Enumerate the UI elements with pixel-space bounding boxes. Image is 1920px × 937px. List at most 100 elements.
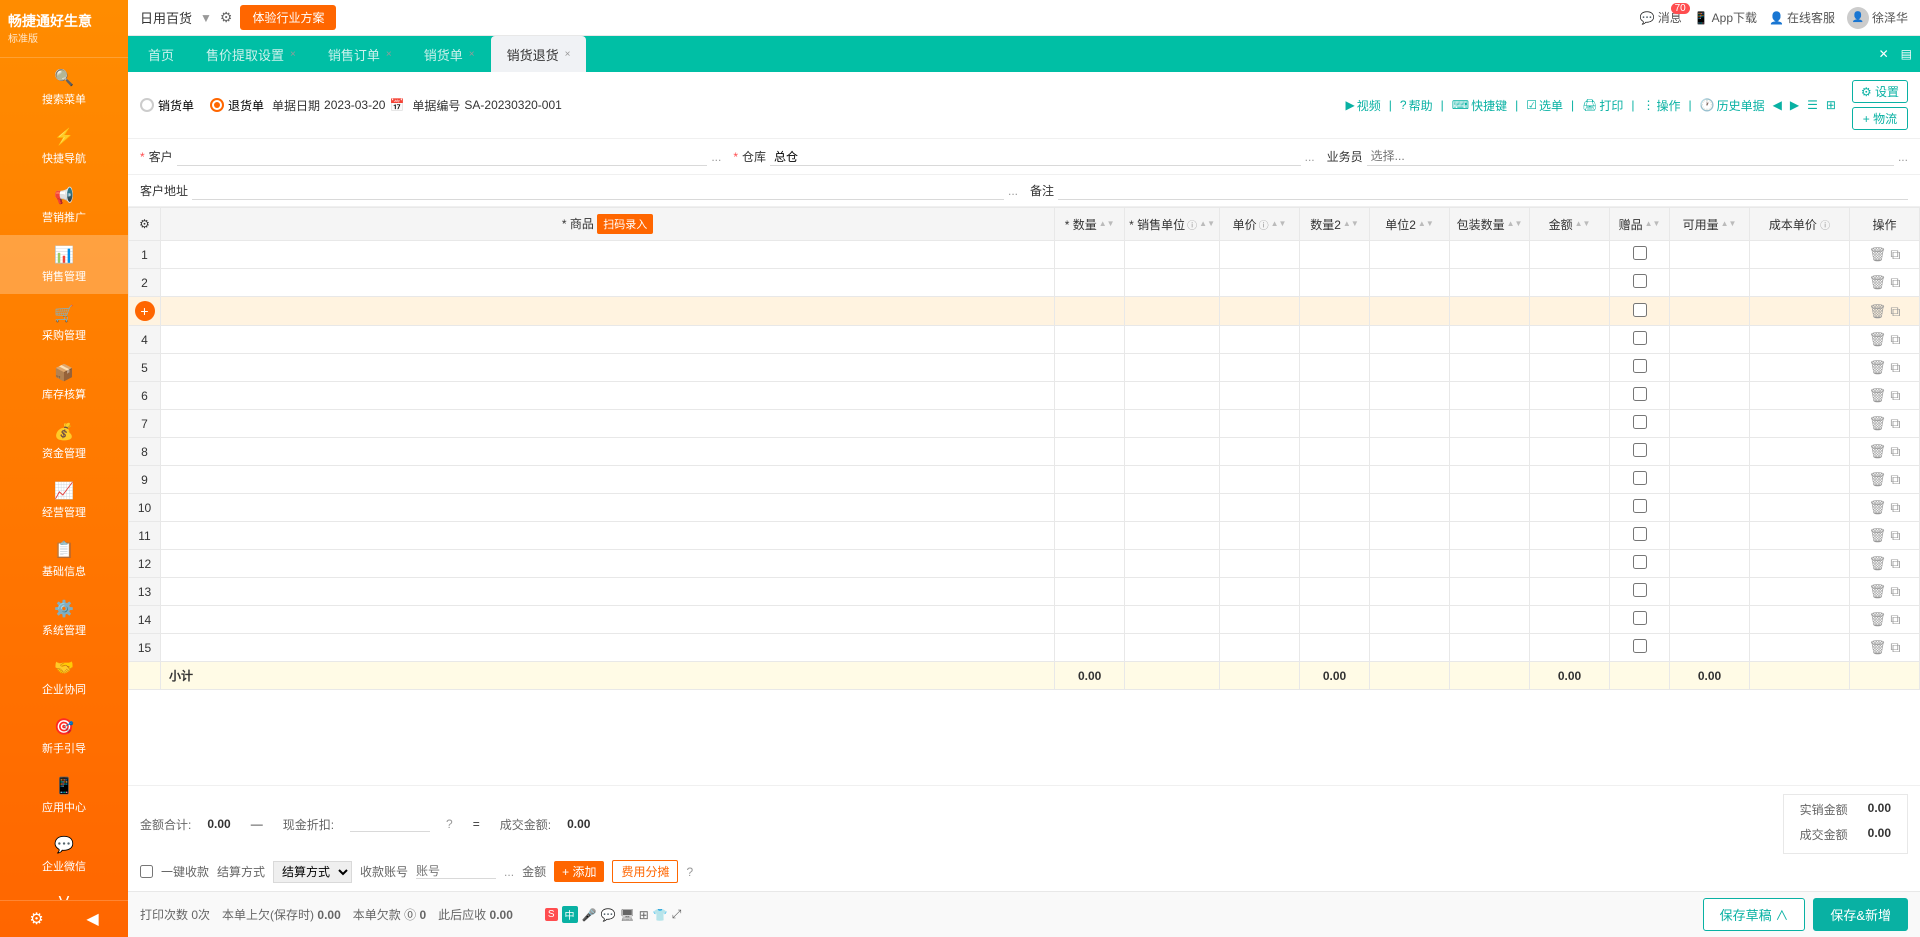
sidebar-item-enterprise[interactable]: 🤝 企业协同 [0, 648, 128, 707]
video-btn[interactable]: ▶ 视频 [1346, 97, 1381, 114]
available-cell[interactable] [1670, 269, 1750, 297]
settings-btn[interactable]: ⚙ 设置 [1852, 80, 1908, 103]
amount-cell[interactable] [1530, 606, 1610, 634]
unit2-cell[interactable] [1370, 634, 1450, 662]
gift-checkbox[interactable] [1633, 443, 1647, 457]
copy-row-btn[interactable]: ⧉ [1890, 443, 1900, 460]
unit-cell[interactable] [1125, 550, 1220, 578]
sidebar-item-basic[interactable]: 📋 基础信息 [0, 530, 128, 589]
remark-input[interactable] [1058, 181, 1908, 200]
available-cell[interactable] [1670, 354, 1750, 382]
qty2-cell[interactable] [1300, 438, 1370, 466]
unit2-cell[interactable] [1370, 606, 1450, 634]
qty-cell[interactable] [1055, 410, 1125, 438]
cost-cell[interactable] [1750, 466, 1850, 494]
copy-row-btn[interactable]: ⧉ [1890, 303, 1900, 320]
available-cell[interactable] [1670, 522, 1750, 550]
tab-menu-btn[interactable]: ▤ [1897, 45, 1916, 63]
qty2-cell[interactable] [1300, 578, 1370, 606]
gift-cell[interactable] [1610, 269, 1670, 297]
available-cell[interactable] [1670, 550, 1750, 578]
account-input[interactable] [416, 864, 496, 879]
shortcut-btn[interactable]: ⌨ 快捷键 [1452, 97, 1507, 114]
pack-cell[interactable] [1450, 297, 1530, 326]
delete-row-btn[interactable]: 🗑 [1869, 303, 1887, 320]
sidebar-item-shortcut[interactable]: ⚡ 快捷导航 [0, 117, 128, 176]
product-cell[interactable] [161, 269, 1055, 297]
copy-row-btn[interactable]: ⧉ [1890, 611, 1900, 628]
unit-cell[interactable] [1125, 297, 1220, 326]
unit2-cell[interactable] [1370, 297, 1450, 326]
customer-input[interactable] [177, 147, 708, 166]
qty2-cell[interactable] [1300, 522, 1370, 550]
price-cell[interactable] [1220, 578, 1300, 606]
sidebar-item-marketing[interactable]: 📢 营销推广 [0, 176, 128, 235]
price-cell[interactable] [1220, 241, 1300, 269]
qty2-cell[interactable] [1300, 382, 1370, 410]
customer-dots[interactable]: ... [711, 150, 721, 164]
unit-cell[interactable] [1125, 634, 1220, 662]
product-cell[interactable] [161, 578, 1055, 606]
qty-cell[interactable] [1055, 494, 1125, 522]
product-cell[interactable] [161, 522, 1055, 550]
available-cell[interactable] [1670, 578, 1750, 606]
staff-dots[interactable]: ... [1898, 150, 1908, 164]
unit2-cell[interactable] [1370, 410, 1450, 438]
sidebar-item-sales[interactable]: 📊 销售管理 [0, 235, 128, 294]
qty-cell[interactable] [1055, 578, 1125, 606]
cost-cell[interactable] [1750, 606, 1850, 634]
sidebar-item-newbie[interactable]: 🎯 新手引导 [0, 707, 128, 766]
delete-row-btn[interactable]: 🗑 [1869, 331, 1887, 348]
qty-cell[interactable] [1055, 269, 1125, 297]
qty-cell[interactable] [1055, 354, 1125, 382]
available-cell[interactable] [1670, 466, 1750, 494]
delete-row-btn[interactable]: 🗑 [1869, 639, 1887, 656]
pack-cell[interactable] [1450, 550, 1530, 578]
sidebar-item-inventory[interactable]: 📦 库存核算 [0, 353, 128, 412]
price-cell[interactable] [1220, 522, 1300, 550]
copy-row-btn[interactable]: ⧉ [1890, 359, 1900, 376]
pack-cell[interactable] [1450, 634, 1530, 662]
product-cell[interactable] [161, 634, 1055, 662]
pack-cell[interactable] [1450, 241, 1530, 269]
qty2-cell[interactable] [1300, 550, 1370, 578]
price-cell[interactable] [1220, 354, 1300, 382]
available-cell[interactable] [1670, 634, 1750, 662]
add-row-btn[interactable]: + [135, 301, 155, 321]
cost-cell[interactable] [1750, 410, 1850, 438]
qty2-cell[interactable] [1300, 354, 1370, 382]
amount-cell[interactable] [1530, 326, 1610, 354]
gift-cell[interactable] [1610, 241, 1670, 269]
calc-method-select[interactable]: 结算方式 [273, 861, 352, 883]
available-cell[interactable] [1670, 410, 1750, 438]
pack-cell[interactable] [1450, 578, 1530, 606]
unit-cell[interactable] [1125, 578, 1220, 606]
gift-checkbox[interactable] [1633, 527, 1647, 541]
amount-cell[interactable] [1530, 297, 1610, 326]
sidebar-settings-btn[interactable]: ⚙ [29, 909, 43, 929]
delete-row-btn[interactable]: 🗑 [1869, 583, 1887, 600]
gear-settings-btn[interactable]: ⚙ [220, 9, 233, 26]
unit-cell[interactable] [1125, 438, 1220, 466]
delete-row-btn[interactable]: 🗑 [1869, 359, 1887, 376]
sidebar-item-finance[interactable]: 💰 资金管理 [0, 412, 128, 471]
tab-sale-order-close[interactable]: × [386, 49, 392, 60]
amount-cell[interactable] [1530, 241, 1610, 269]
qty2-cell[interactable] [1300, 606, 1370, 634]
gift-checkbox[interactable] [1633, 331, 1647, 345]
unit2-cell[interactable] [1370, 269, 1450, 297]
gift-cell[interactable] [1610, 354, 1670, 382]
gift-cell[interactable] [1610, 410, 1670, 438]
delete-row-btn[interactable]: 🗑 [1869, 246, 1887, 263]
qty-cell[interactable] [1055, 297, 1125, 326]
view-grid-btn[interactable]: ⊞ [1826, 98, 1836, 112]
cost-cell[interactable] [1750, 297, 1850, 326]
amount-cell[interactable] [1530, 410, 1610, 438]
pack-cell[interactable] [1450, 466, 1530, 494]
gift-checkbox[interactable] [1633, 359, 1647, 373]
unit2-cell[interactable] [1370, 494, 1450, 522]
gift-cell[interactable] [1610, 466, 1670, 494]
gift-cell[interactable] [1610, 634, 1670, 662]
qty2-cell[interactable] [1300, 269, 1370, 297]
screen-icon[interactable]: 🖥 [619, 908, 634, 922]
